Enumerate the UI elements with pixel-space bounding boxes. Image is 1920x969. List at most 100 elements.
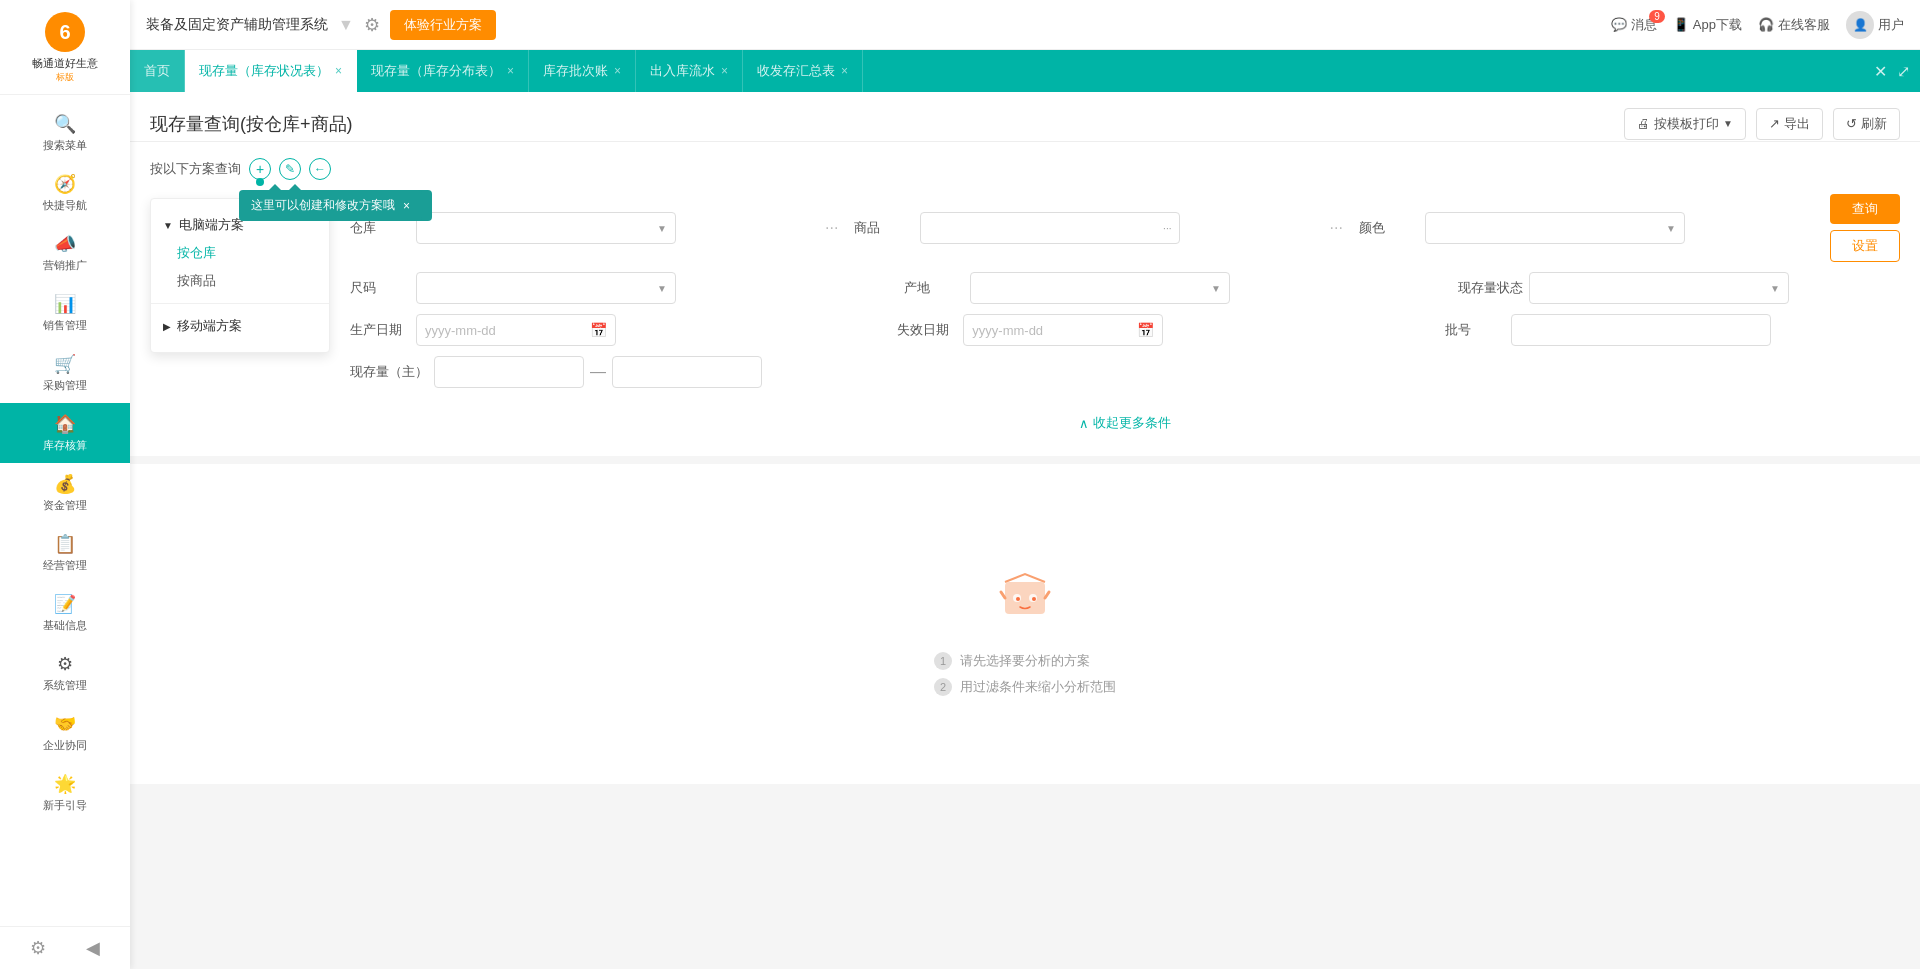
stock-state-select[interactable]: ▼ [1529, 272, 1789, 304]
size-select[interactable]: ▼ [416, 272, 676, 304]
filter-cell-stock-main: 现存量（主） — [350, 356, 1900, 388]
size-label: 尺码 [350, 279, 410, 297]
tab-in-out[interactable]: 出入库流水 × [636, 50, 743, 92]
tab-stock-batch[interactable]: 库存批次账 × [529, 50, 636, 92]
filter-row-3: 生产日期 yyyy-mm-dd 📅 失效日期 yyyy-mm-dd 📅 [350, 314, 1900, 346]
reset-btn[interactable]: 设置 [1830, 230, 1900, 262]
empty-steps: 1 请先选择要分析的方案 2 用过滤条件来缩小分析范围 [934, 652, 1116, 696]
sidebar-nav: 🔍 搜索菜单 🧭 快捷导航 📣 营销推广 📊 销售管理 🛒 采购管理 🏠 库存核… [0, 95, 130, 926]
product-label: 商品 [854, 219, 914, 237]
prod-date-input[interactable]: yyyy-mm-dd 📅 [416, 314, 616, 346]
collapse-wrapper: ∧ 收起更多条件 [350, 406, 1900, 440]
sidebar-item-base-info[interactable]: 📝 基础信息 [0, 583, 130, 643]
user-menu[interactable]: 👤 用户 [1846, 11, 1904, 39]
sidebar-item-system[interactable]: ⚙ 系统管理 [0, 643, 130, 703]
fullscreen-icon[interactable]: ⤢ [1897, 62, 1910, 81]
step-num-2: 2 [934, 678, 952, 696]
sidebar-item-label: 库存核算 [43, 438, 87, 453]
tab-close-icon[interactable]: × [614, 64, 621, 78]
scheme-group-header-mobile[interactable]: ▶ 移动端方案 [151, 312, 329, 340]
tab-stock-status[interactable]: 现存量（库存状况表） × [185, 50, 357, 92]
tab-close-icon[interactable]: × [841, 64, 848, 78]
collapse-conditions-btn[interactable]: ∧ 收起更多条件 [350, 406, 1900, 440]
tab-label: 库存批次账 [543, 62, 608, 80]
print-btn[interactable]: 🖨 按模板打印 ▼ [1624, 108, 1746, 140]
export-btn[interactable]: ↗ 导出 [1756, 108, 1823, 140]
warehouse-icon: 🏠 [54, 413, 76, 435]
sidebar-item-label: 销售管理 [43, 318, 87, 333]
sidebar-item-enterprise[interactable]: 🤝 企业协同 [0, 703, 130, 763]
messages-btn[interactable]: 💬 消息 9 [1611, 16, 1657, 34]
stock-main-max-input[interactable] [612, 356, 762, 388]
filter-cell-color: 颜色 ▼ [1359, 212, 1818, 244]
warehouse-select[interactable]: ▼ [416, 212, 676, 244]
scheme-item-product[interactable]: 按商品 [151, 267, 329, 295]
scheme-divider [151, 303, 329, 304]
close-tab-icon[interactable]: ✕ [1874, 62, 1887, 81]
batch-label: 批号 [1445, 321, 1505, 339]
sidebar-item-label: 营销推广 [43, 258, 87, 273]
tab-close-icon[interactable]: × [721, 64, 728, 78]
compass-icon: 🧭 [54, 173, 76, 195]
settings-bottom-icon[interactable]: ⚙ [30, 937, 46, 959]
chevron-down-icon: ··· [1163, 223, 1171, 234]
export-icon: ↗ [1769, 116, 1780, 131]
scheme-group-mobile: ▶ 移动端方案 [151, 308, 329, 344]
edit-scheme-btn[interactable]: ✎ [279, 158, 301, 180]
filter-dots-1: ··· [825, 219, 838, 237]
sidebar-item-label: 基础信息 [43, 618, 87, 633]
page-header: 现存量查询(按仓库+商品) 🖨 按模板打印 ▼ ↗ 导出 ↺ 刷新 [130, 92, 1920, 142]
tab-bar: 首页 现存量（库存状况表） × 现存量（库存分布表） × 库存批次账 × 出入库… [130, 50, 1920, 92]
origin-select[interactable]: ▼ [970, 272, 1230, 304]
create-tooltip-close[interactable]: × [403, 199, 410, 213]
scheme-group-label: 电脑端方案 [179, 216, 244, 234]
filter-header: 按以下方案查询 + 电脑方案可设为移动方案哦 × ✎ 这里可以创建和 [150, 158, 1900, 180]
sidebar-item-sales[interactable]: 📊 销售管理 [0, 283, 130, 343]
sidebar-item-operations[interactable]: 📋 经营管理 [0, 523, 130, 583]
sidebar-item-inventory[interactable]: 🏠 库存核算 [0, 403, 130, 463]
tab-stock-dist[interactable]: 现存量（库存分布表） × [357, 50, 529, 92]
sidebar-item-guide[interactable]: 🌟 新手引导 [0, 763, 130, 823]
add-scheme-btn[interactable]: + [249, 158, 271, 180]
tab-home[interactable]: 首页 [130, 50, 185, 92]
megaphone-icon: 📣 [54, 233, 76, 255]
trial-btn[interactable]: 体验行业方案 [390, 10, 496, 40]
filter-area: 按以下方案查询 + 电脑方案可设为移动方案哦 × ✎ 这里可以创建和 [130, 142, 1920, 456]
money-icon: 💰 [54, 473, 76, 495]
svg-line-5 [1001, 592, 1005, 598]
sidebar-item-quicknav[interactable]: 🧭 快捷导航 [0, 163, 130, 223]
scheme-group-label: 移动端方案 [177, 317, 242, 335]
tab-close-icon[interactable]: × [507, 64, 514, 78]
app-download-btn[interactable]: 📱 App下载 [1673, 16, 1742, 34]
collapse-sidebar-icon[interactable]: ◀ [86, 937, 100, 959]
collapse-scheme-btn[interactable]: ← [309, 158, 331, 180]
range-dash: — [590, 363, 606, 381]
filter-cell-prod-date: 生产日期 yyyy-mm-dd 📅 [350, 314, 805, 346]
sidebar-item-purchase[interactable]: 🛒 采购管理 [0, 343, 130, 403]
system-icon: ⚙ [57, 653, 73, 675]
sidebar-item-search[interactable]: 🔍 搜索菜单 [0, 103, 130, 163]
search-icon: 🔍 [54, 113, 76, 135]
sidebar-item-marketing[interactable]: 📣 营销推广 [0, 223, 130, 283]
origin-label: 产地 [904, 279, 964, 297]
expire-date-input[interactable]: yyyy-mm-dd 📅 [963, 314, 1163, 346]
refresh-btn[interactable]: ↺ 刷新 [1833, 108, 1900, 140]
online-support-btn[interactable]: 🎧 在线客服 [1758, 16, 1830, 34]
scheme-item-warehouse[interactable]: 按仓库 [151, 239, 329, 267]
search-btn[interactable]: 查询 [1830, 194, 1900, 224]
product-select[interactable]: ··· [920, 212, 1180, 244]
sidebar-item-finance[interactable]: 💰 资金管理 [0, 463, 130, 523]
filter-cell-origin: 产地 ▼ [904, 272, 1346, 304]
warehouse-label: 仓库 [350, 219, 410, 237]
settings-gear-btn[interactable]: ⚙ [364, 14, 380, 36]
sidebar-item-label: 采购管理 [43, 378, 87, 393]
filter-rows: 仓库 ▼ ··· 商品 ··· [350, 194, 1900, 440]
tab-recv-send[interactable]: 收发存汇总表 × [743, 50, 863, 92]
tab-close-icon[interactable]: × [335, 64, 342, 78]
color-select[interactable]: ▼ [1425, 212, 1685, 244]
filter-cell-stock-state: 现存量状态 ▼ [1458, 272, 1900, 304]
tab-label: 出入库流水 [650, 62, 715, 80]
batch-input[interactable] [1511, 314, 1771, 346]
step-num-1: 1 [934, 652, 952, 670]
stock-main-min-input[interactable] [434, 356, 584, 388]
